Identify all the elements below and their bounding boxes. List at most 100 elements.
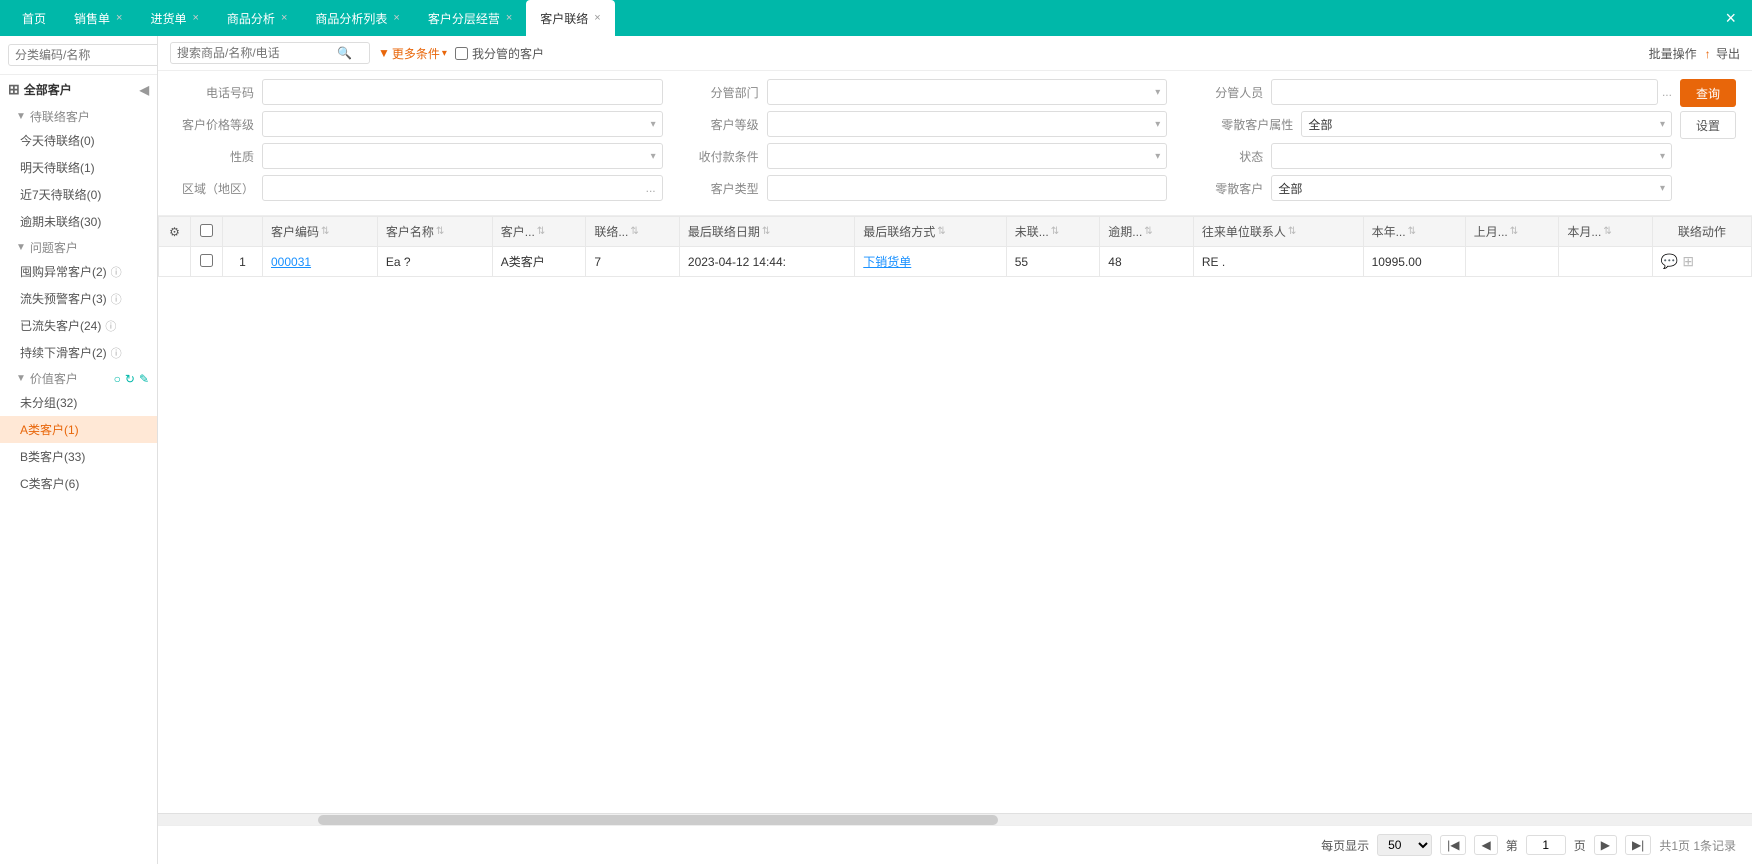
customer-code-link[interactable]: 000031 bbox=[271, 255, 311, 269]
edit-group-btn[interactable]: ✎ bbox=[139, 372, 149, 386]
th-gear[interactable]: ⚙ bbox=[159, 217, 191, 247]
chat-action-icon[interactable]: 💬 bbox=[1661, 253, 1678, 270]
customer-level-control: ▾ bbox=[767, 111, 1168, 137]
chevron-down-icon: ▾ bbox=[1660, 151, 1665, 162]
th-last-month[interactable]: 上月... ⇅ bbox=[1465, 217, 1559, 247]
th-year-amount[interactable]: 本年... ⇅ bbox=[1363, 217, 1465, 247]
sidebar-item-ungroup[interactable]: 未分组(32) bbox=[0, 389, 157, 416]
sidebar-item-7days[interactable]: 近7天待联络(0) bbox=[0, 181, 157, 208]
price-level-select[interactable]: ▾ bbox=[262, 111, 663, 137]
retail-attr-control: 全部 ▾ bbox=[1301, 111, 1672, 137]
search-input[interactable] bbox=[177, 46, 337, 60]
nature-select[interactable]: ▾ bbox=[262, 143, 663, 169]
filter-row-2: 客户价格等级 ▾ 客户等级 bbox=[174, 111, 1672, 137]
td-level: A类客户 bbox=[492, 247, 586, 277]
refresh-group-btn[interactable]: ↻ bbox=[125, 372, 135, 386]
retail-select[interactable]: 全部 ▾ bbox=[1271, 175, 1672, 201]
row-checkbox[interactable] bbox=[200, 254, 213, 267]
customer-level-select[interactable]: ▾ bbox=[767, 111, 1168, 137]
per-page-select[interactable]: 50 100 200 bbox=[1377, 834, 1432, 856]
sidebar-item-tomorrow[interactable]: 明天待联络(1) bbox=[0, 154, 157, 181]
question-icon: ⓘ bbox=[105, 318, 116, 334]
filter-row-4: 区域（地区） ... 客户类型 bbox=[174, 175, 1672, 201]
sidebar-item-abnormal[interactable]: 囤购异常客户(2) ⓘ bbox=[0, 258, 157, 285]
sidebar-search-input[interactable] bbox=[8, 44, 158, 66]
ellipsis-icon[interactable]: ... bbox=[646, 181, 656, 195]
close-sales-tab[interactable]: × bbox=[116, 12, 122, 24]
sidebar-group-problem[interactable]: ▼ 问题客户 bbox=[0, 235, 157, 258]
manager-input[interactable] bbox=[1271, 79, 1658, 105]
last-page-btn[interactable]: ▶| bbox=[1625, 835, 1651, 855]
sidebar-item-a-class[interactable]: A类客户(1) bbox=[0, 416, 157, 443]
sidebar-item-c-class[interactable]: C类客户(6) bbox=[0, 470, 157, 497]
horizontal-scrollbar[interactable] bbox=[318, 815, 998, 825]
th-action: 联络动作 bbox=[1652, 217, 1751, 247]
th-contact2[interactable]: 往来单位联系人 ⇅ bbox=[1193, 217, 1363, 247]
sidebar-item-b-class[interactable]: B类客户(33) bbox=[0, 443, 157, 470]
th-level[interactable]: 客户... ⇅ bbox=[492, 217, 586, 247]
close-all-tabs[interactable]: × bbox=[1717, 8, 1744, 29]
nav-product-analysis[interactable]: 商品分析 × bbox=[213, 0, 301, 36]
sort-icon: ⇅ bbox=[321, 226, 329, 237]
setting-btn[interactable]: 设置 bbox=[1680, 111, 1736, 139]
sidebar-item-declining[interactable]: 持续下滑客户(2) ⓘ bbox=[0, 339, 157, 366]
nav-product-analysis-list[interactable]: 商品分析列表 × bbox=[301, 0, 413, 36]
retail-attr-select[interactable]: 全部 ▾ bbox=[1301, 111, 1672, 137]
export-btn[interactable]: ↑ 导出 bbox=[1705, 45, 1740, 62]
batch-op-btn[interactable]: 批量操作 bbox=[1649, 45, 1697, 62]
th-code[interactable]: 客户编码 ⇅ bbox=[263, 217, 378, 247]
main-layout: 🔍 ⊞ 全部客户 ◀ ▼ 待联络客户 今天待联络(0) 明天待联络(1) 近7天… bbox=[0, 36, 1752, 864]
close-product-list-tab[interactable]: × bbox=[393, 12, 399, 24]
add-group-btn[interactable]: ○ bbox=[114, 372, 121, 386]
more-conditions-btn[interactable]: ▼ 更多条件 ▾ bbox=[378, 45, 447, 62]
nature-control: ▾ bbox=[262, 143, 663, 169]
last-method-link[interactable]: 下销货单 bbox=[863, 255, 911, 269]
nav-home[interactable]: 首页 bbox=[8, 0, 60, 36]
filter-retail: 零散客户 全部 ▾ bbox=[1183, 175, 1672, 201]
th-overdue[interactable]: 逾期... ⇅ bbox=[1100, 217, 1194, 247]
phone-input[interactable] bbox=[262, 79, 663, 105]
query-btn[interactable]: 查询 bbox=[1680, 79, 1736, 107]
next-page-btn[interactable]: ▶ bbox=[1594, 835, 1617, 855]
search-icon[interactable]: 🔍 bbox=[337, 46, 352, 60]
filter-status: 状态 ▾ bbox=[1183, 143, 1672, 169]
region-select[interactable]: ... bbox=[262, 175, 663, 201]
sidebar-group-value[interactable]: ▼ 价值客户 ○ ↻ ✎ bbox=[0, 366, 157, 389]
nav-customer-contact[interactable]: 客户联络 × bbox=[526, 0, 614, 36]
sort-icon: ⇅ bbox=[1408, 226, 1416, 237]
payment-select[interactable]: ▾ bbox=[767, 143, 1168, 169]
close-customer-contact-tab[interactable]: × bbox=[594, 12, 600, 24]
th-last-method[interactable]: 最后联络方式 ⇅ bbox=[855, 217, 1006, 247]
nav-purchase[interactable]: 进货单 × bbox=[136, 0, 212, 36]
status-select[interactable]: ▾ bbox=[1271, 143, 1672, 169]
th-last-date[interactable]: 最后联络日期 ⇅ bbox=[679, 217, 854, 247]
my-customers-check[interactable] bbox=[455, 47, 468, 60]
customer-type-select[interactable] bbox=[767, 175, 1168, 201]
grid-action-icon[interactable]: ⊞ bbox=[1682, 253, 1694, 270]
select-all-checkbox[interactable] bbox=[200, 224, 213, 237]
th-uncontact[interactable]: 未联... ⇅ bbox=[1006, 217, 1100, 247]
first-page-btn[interactable]: |◀ bbox=[1440, 835, 1466, 855]
close-purchase-tab[interactable]: × bbox=[192, 12, 198, 24]
sidebar-item-lost[interactable]: 已流失客户(24) ⓘ bbox=[0, 312, 157, 339]
nav-customer-tier[interactable]: 客户分层经营 × bbox=[414, 0, 526, 36]
prev-page-btn[interactable]: ◀ bbox=[1474, 835, 1497, 855]
ellipsis-icon[interactable]: ... bbox=[1662, 85, 1672, 99]
my-customers-checkbox: 我分管的客户 bbox=[455, 45, 544, 62]
dept-select[interactable]: ▾ bbox=[767, 79, 1168, 105]
th-this-month[interactable]: 本月... ⇅ bbox=[1559, 217, 1653, 247]
sidebar-item-lostwarning[interactable]: 流失预警客户(3) ⓘ bbox=[0, 285, 157, 312]
close-product-analysis-tab[interactable]: × bbox=[281, 12, 287, 24]
page-input[interactable] bbox=[1526, 835, 1566, 855]
sidebar-all-customers[interactable]: ⊞ 全部客户 ◀ bbox=[0, 75, 157, 104]
chevron-down-icon: ▾ bbox=[1660, 183, 1665, 194]
close-customer-tier-tab[interactable]: × bbox=[506, 12, 512, 24]
sidebar-group-pending[interactable]: ▼ 待联络客户 bbox=[0, 104, 157, 127]
td-contact: 7 bbox=[586, 247, 680, 277]
sidebar-item-overdue[interactable]: 逾期未联络(30) bbox=[0, 208, 157, 235]
nav-sales[interactable]: 销售单 × bbox=[60, 0, 136, 36]
sidebar-item-today[interactable]: 今天待联络(0) bbox=[0, 127, 157, 154]
sort-icon: ⇅ bbox=[630, 226, 638, 237]
th-contact[interactable]: 联络... ⇅ bbox=[586, 217, 680, 247]
th-name[interactable]: 客户名称 ⇅ bbox=[377, 217, 492, 247]
